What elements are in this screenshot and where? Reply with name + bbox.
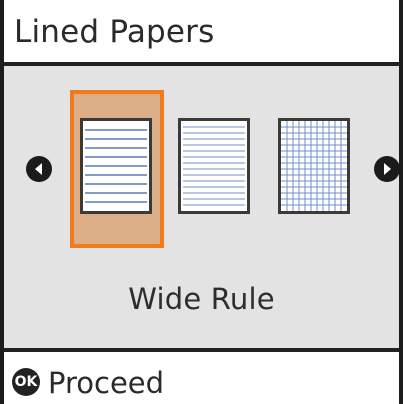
chevron-left-icon[interactable]	[26, 156, 52, 182]
screen-right-border	[399, 0, 403, 404]
header-bar: Lined Papers	[4, 0, 399, 66]
ok-button-icon[interactable]: OK	[12, 368, 40, 396]
paper-option-narrow-rule[interactable]	[178, 118, 250, 214]
printer-lcd-screen: Lined Papers Wide Rule OK Proceed	[0, 0, 403, 404]
page-title: Lined Papers	[14, 14, 215, 50]
footer-bar: OK Proceed	[4, 348, 399, 404]
chevron-right-icon[interactable]	[374, 156, 400, 182]
paper-option-graph[interactable]	[278, 118, 350, 214]
selected-paper-label: Wide Rule	[128, 282, 275, 316]
proceed-label: Proceed	[48, 366, 165, 400]
paper-type-selector: Wide Rule	[4, 66, 400, 348]
paper-option-wide-rule[interactable]	[80, 118, 152, 214]
